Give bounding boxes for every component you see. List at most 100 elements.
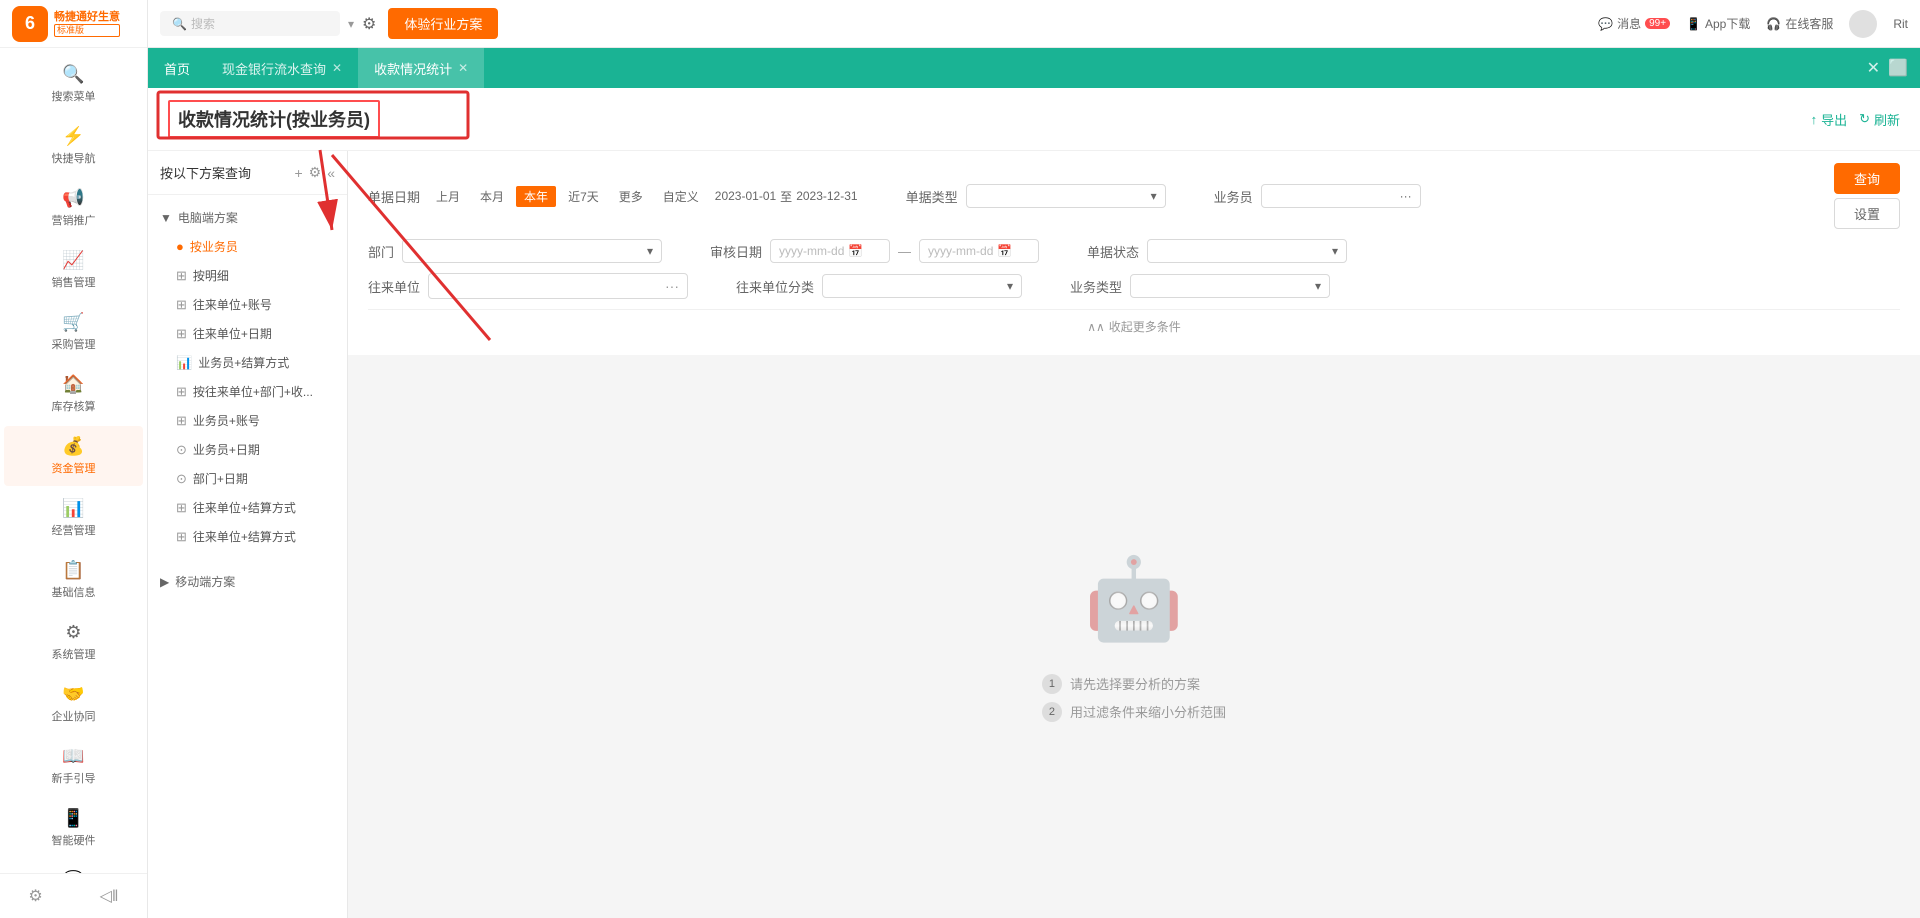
active-item-icon: ● [176, 239, 184, 254]
tree-item-partner-settlement1[interactable]: ⊞ 往来单位+结算方式 [148, 493, 347, 522]
collapse-icon: ∧∧ [1087, 320, 1105, 334]
partner-select[interactable]: ··· [428, 273, 688, 299]
tree-item-detail[interactable]: ⊞ 按明细 [148, 261, 347, 290]
date-tab-this-year[interactable]: 本年 [516, 186, 556, 207]
step-num-2: 2 [1042, 702, 1062, 722]
scheme-settings-btn[interactable]: ⚙ [309, 164, 322, 181]
tree-section-desktop[interactable]: ▼ 电脑端方案 [148, 203, 347, 232]
tab-bank-flow-close[interactable]: ✕ [332, 61, 342, 75]
dept-label: 部门 [368, 242, 394, 261]
date-tab-more[interactable]: 更多 [611, 186, 651, 207]
add-scheme-btn[interactable]: + [294, 165, 302, 181]
review-date-label: 审核日期 [710, 242, 762, 261]
partner-category-label: 往来单位分类 [736, 277, 814, 296]
partner-account-icon: ⊞ [176, 297, 187, 313]
topbar-search: 🔍 搜索 [160, 11, 340, 36]
inventory-icon: 🏠 [62, 374, 84, 395]
sidebar-item-operations[interactable]: 📊 经营管理 [4, 488, 143, 548]
search-menu-icon: 🔍 [62, 64, 84, 85]
empty-step-1: 1 请先选择要分析的方案 [1042, 674, 1226, 694]
tab-receipt-stats-close[interactable]: ✕ [458, 61, 468, 75]
operations-icon: 📊 [62, 498, 84, 519]
sidebar-item-guide[interactable]: 📖 新手引导 [4, 736, 143, 796]
date-label: 单据日期 [368, 187, 420, 206]
empty-state: 🤖 1 请先选择要分析的方案 2 用过滤条件来缩小分析范围 [348, 363, 1920, 918]
sidebar-item-basics[interactable]: 📋 基础信息 [4, 550, 143, 610]
partner-label: 往来单位 [368, 277, 420, 296]
sidebar-item-wechat[interactable]: 💬 企业微信 [4, 860, 143, 873]
sidebar-item-search[interactable]: 🔍 搜索菜单 [4, 54, 143, 114]
sidebar-item-collab[interactable]: 🤝 企业协同 [4, 674, 143, 734]
export-btn[interactable]: ↑ 导出 [1811, 110, 1848, 129]
filter-biz-type-item: 业务类型 ▾ [1070, 274, 1330, 298]
date-range: 2023-01-01 至 2023-12-31 [715, 188, 858, 205]
tree-section-mobile[interactable]: ▶ 移动端方案 [148, 567, 347, 596]
review-date-from[interactable]: yyyy-mm-dd 📅 [770, 239, 890, 263]
partner-category-select[interactable]: ▾ [822, 274, 1022, 298]
tab-home[interactable]: 首页 [148, 48, 206, 88]
empty-robot-icon: 🤖 [1084, 552, 1184, 646]
sidebar-item-finance[interactable]: 💰 资金管理 [4, 426, 143, 486]
trial-btn[interactable]: 体验行业方案 [388, 8, 498, 39]
salesperson-select[interactable]: ··· [1261, 184, 1421, 208]
online-service-btn[interactable]: 🎧 在线客服 [1766, 15, 1833, 32]
date-tab-last-month[interactable]: 上月 [428, 186, 468, 207]
tree-desktop-section: ▼ 电脑端方案 ● 按业务员 ⊞ 按明细 ⊞ [148, 195, 347, 559]
collapse-sidebar-icon[interactable]: ◁‖ [96, 882, 123, 910]
tabbar-actions: ✕ ⬜ [1855, 48, 1920, 88]
date-tab-custom[interactable]: 自定义 [655, 186, 707, 207]
biz-type-select[interactable]: ▾ [1130, 274, 1330, 298]
date-tab-7days[interactable]: 近7天 [560, 186, 607, 207]
sidebar-item-marketing[interactable]: 📢 营销推广 [4, 178, 143, 238]
tree-item-salesperson-date[interactable]: ⊙ 业务员+日期 [148, 435, 347, 464]
sidebar-item-purchase[interactable]: 🛒 采购管理 [4, 302, 143, 362]
user-avatar[interactable] [1849, 10, 1877, 38]
maximize-btn[interactable]: ⬜ [1888, 58, 1908, 78]
partner-dept-icon: ⊞ [176, 384, 187, 400]
collapse-more-btn[interactable]: ∧∧ 收起更多条件 [368, 309, 1900, 343]
query-btn[interactable]: 查询 [1834, 163, 1900, 194]
topbar-dropdown[interactable]: ▾ [348, 17, 354, 31]
sidebar-item-hardware[interactable]: 📱 智能硬件 [4, 798, 143, 858]
tree-item-partner-settlement2[interactable]: ⊞ 往来单位+结算方式 [148, 522, 347, 551]
collapse-panel-btn[interactable]: « [327, 165, 335, 181]
settings-btn[interactable]: 设置 [1834, 198, 1900, 229]
calendar-icon-1: 📅 [848, 244, 863, 258]
tree-item-salesperson-settlement[interactable]: 📊 业务员+结算方式 [148, 348, 347, 377]
page-header: 收款情况统计(按业务员) ↑ 导出 ↻ 刷新 [148, 88, 1920, 151]
topbar-gear-icon[interactable]: ⚙ [362, 14, 376, 34]
tree-item-salesperson-account[interactable]: ⊞ 业务员+账号 [148, 406, 347, 435]
message-icon: 💬 [1598, 17, 1613, 31]
message-btn[interactable]: 💬 消息 99+ [1598, 15, 1670, 32]
app-download-btn[interactable]: 📱 App下载 [1686, 15, 1750, 32]
page-header-actions: ↑ 导出 ↻ 刷新 [1811, 110, 1900, 129]
tree-item-dept-date[interactable]: ⊙ 部门+日期 [148, 464, 347, 493]
refresh-btn[interactable]: ↻ 刷新 [1859, 110, 1900, 129]
sidebar-item-system[interactable]: ⚙ 系统管理 [4, 612, 143, 672]
settings-bottom-icon[interactable]: ⚙ [24, 882, 46, 910]
sidebar-item-sales[interactable]: 📈 销售管理 [4, 240, 143, 300]
review-date-to[interactable]: yyyy-mm-dd 📅 [919, 239, 1039, 263]
tab-receipt-stats[interactable]: 收款情况统计 ✕ [358, 48, 484, 88]
partner-more-icon: ··· [665, 278, 679, 294]
sidebar: 6 畅捷通好生意 标准版 🔍 搜索菜单 ⚡ 快捷导航 📢 营销推广 📈 销 [0, 0, 148, 918]
dept-select[interactable]: ▾ [402, 239, 662, 263]
type-select-arrow: ▾ [1151, 189, 1157, 203]
close-window-btn[interactable]: ✕ [1867, 58, 1880, 78]
left-panel-header: 按以下方案查询 + ⚙ « [148, 151, 347, 195]
page-title: 收款情况统计(按业务员) [168, 100, 380, 138]
tree-item-salesperson[interactable]: ● 按业务员 [148, 232, 347, 261]
tree-item-partner-account[interactable]: ⊞ 往来单位+账号 [148, 290, 347, 319]
partner-settlement1-icon: ⊞ [176, 500, 187, 516]
salesperson-date-icon: ⊙ [176, 442, 187, 458]
tree-item-partner-dept[interactable]: ⊞ 按往来单位+部门+收... [148, 377, 347, 406]
doc-status-select[interactable]: ▾ [1147, 239, 1347, 263]
sidebar-item-inventory[interactable]: 🏠 库存核算 [4, 364, 143, 424]
tree-item-partner-date[interactable]: ⊞ 往来单位+日期 [148, 319, 347, 348]
detail-icon: ⊞ [176, 268, 187, 284]
date-tab-this-month[interactable]: 本月 [472, 186, 512, 207]
tab-bank-flow[interactable]: 现金银行流水查询 ✕ [206, 48, 358, 88]
type-select[interactable]: ▾ [966, 184, 1166, 208]
doc-status-label: 单据状态 [1087, 242, 1139, 261]
sidebar-item-quicknav[interactable]: ⚡ 快捷导航 [4, 116, 143, 176]
